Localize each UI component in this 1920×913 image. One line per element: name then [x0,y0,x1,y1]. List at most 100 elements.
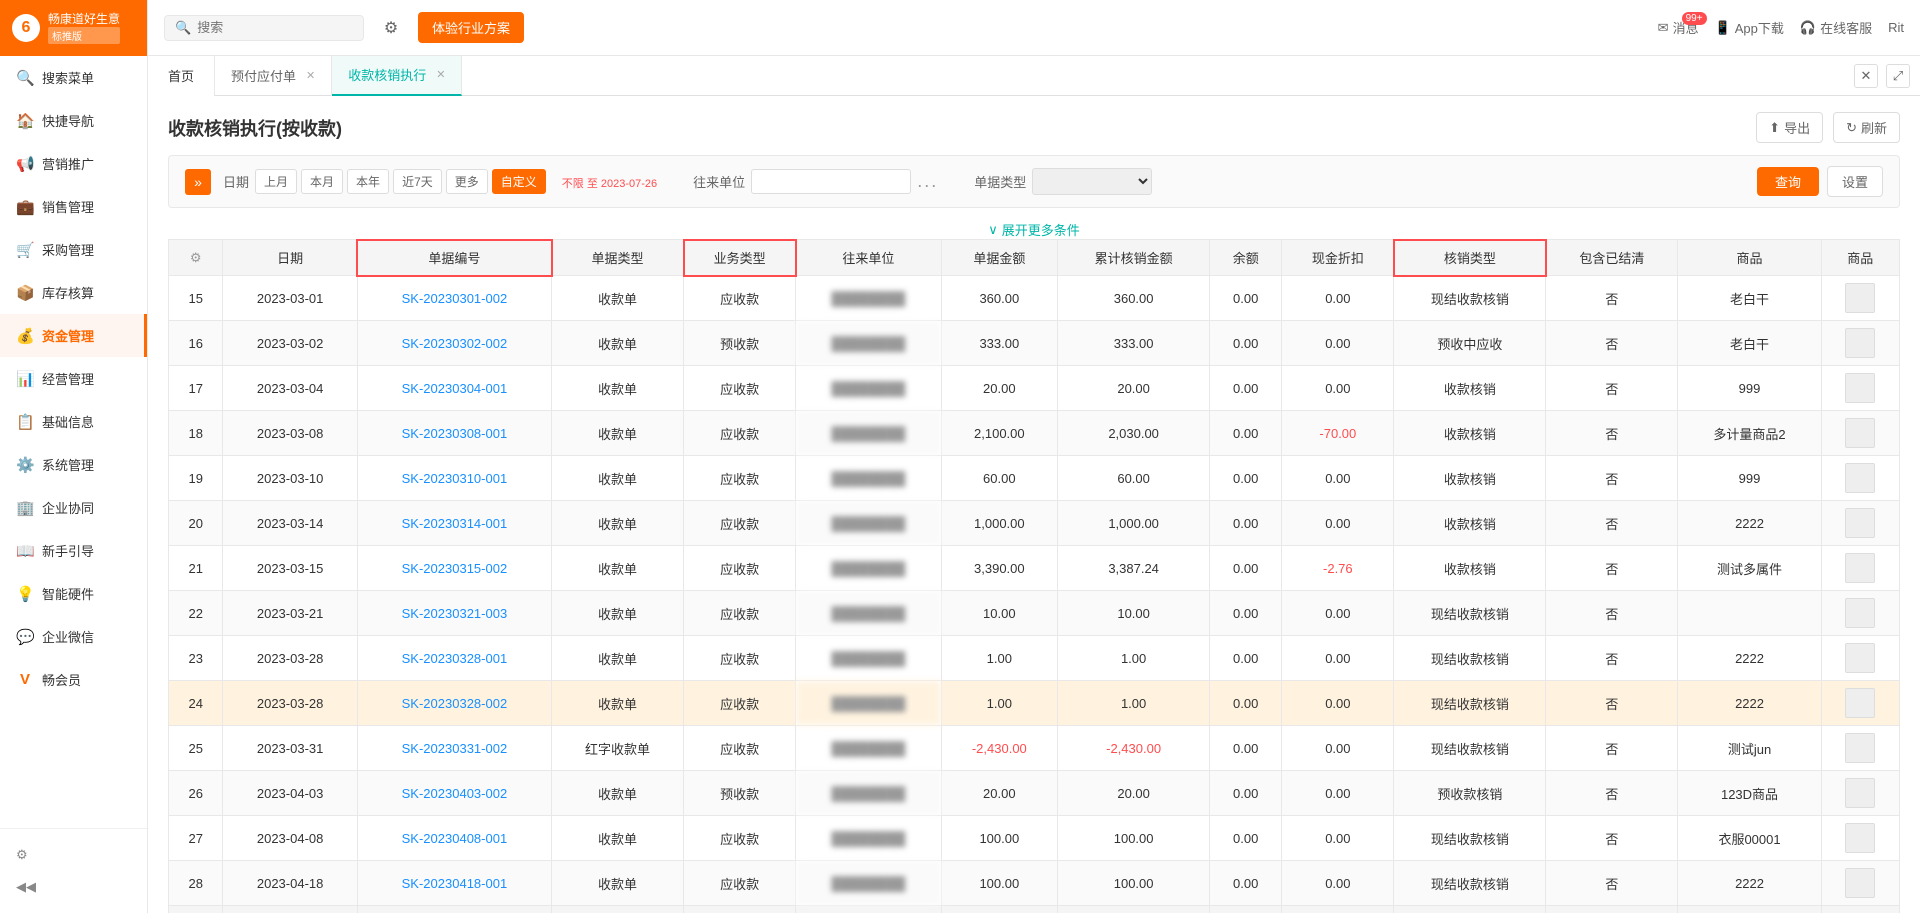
cell-bill-type: 收款单 [552,321,684,366]
expand-label: 展开更多条件 [1002,220,1080,239]
cell-counterpart: ████████ [796,276,941,321]
table-row: 172023-03-04SK-20230304-001收款单应收款███████… [169,366,1900,411]
sidebar-item-system[interactable]: ⚙️ 系统管理 [0,443,147,486]
sidebar-item-sales[interactable]: 💼 销售管理 [0,185,147,228]
cell-date: 2023-03-04 [223,366,357,411]
online-service-btn[interactable]: 🎧 在线客服 [1800,18,1872,37]
bill-type-select[interactable] [1032,168,1152,195]
sidebar-item-marketing[interactable]: 📢 营销推广 [0,142,147,185]
cell-bill-no[interactable]: SK-20230315-002 [357,546,551,591]
tab-expand-btn[interactable]: ⤢ [1886,64,1910,88]
purchase-icon: 🛒 [16,241,34,259]
export-button[interactable]: ⬆ 导出 [1756,112,1823,143]
date-this-year[interactable]: 本年 [347,169,389,194]
cell-bill-no[interactable]: SK-20230331-002 [357,726,551,771]
sidebar-item-label: 智能硬件 [42,584,94,603]
expand-conditions[interactable]: ∨ 展开更多条件 [168,220,1900,239]
sidebar-item-guide[interactable]: 📖 新手引导 [0,529,147,572]
cell-goods: 测试多属件 [1678,546,1821,591]
cell-verified: 3,387.24 [1058,546,1210,591]
solution-button[interactable]: 体验行业方案 [418,12,524,43]
cell-bill-no[interactable]: SK-20230314-001 [357,501,551,546]
cell-counterpart: ████████ [796,501,941,546]
cell-date: 2023-03-14 [223,501,357,546]
cell-bill-no[interactable]: SK-20230308-001 [357,411,551,456]
cell-bill-no[interactable]: SK-20230328-001 [357,636,551,681]
guide-icon: 📖 [16,542,34,560]
topbar-right: ✉ 消息 99+ 📱 App下载 🎧 在线客服 Rit [1658,18,1904,37]
sidebar-item-enterprise[interactable]: 🏢 企业协同 [0,486,147,529]
cell-verified: 100.00 [1058,816,1210,861]
sidebar-item-wechat[interactable]: 💬 企业微信 [0,615,147,658]
date-custom[interactable]: 自定义 [492,169,546,194]
cell-bill-no[interactable]: SK-20230301-002 [357,276,551,321]
sidebar-item-purchase[interactable]: 🛒 采购管理 [0,228,147,271]
sidebar-settings-btn[interactable]: ⚙ [0,839,147,871]
cell-bill-no[interactable]: SK-20230310-001 [357,456,551,501]
cell-amount: -2,430.00 [941,726,1058,771]
topbar-search-box[interactable]: 🔍 [164,15,364,41]
cell-bill-no[interactable]: SK-20230408-001 [357,816,551,861]
sidebar-item-search[interactable]: 🔍 搜索菜单 [0,56,147,99]
finance-icon: 💰 [16,327,34,345]
cell-discount: 0.00 [1282,861,1394,906]
settings-button[interactable]: 设置 [1827,166,1883,197]
cell-bill-no[interactable]: SK-20230302-002 [357,321,551,366]
sidebar-item-finance[interactable]: 💰 资金管理 [0,314,147,357]
bill-type-label: 单据类型 [974,172,1026,191]
query-button[interactable]: 查询 [1757,167,1819,196]
sidebar-item-basic[interactable]: 📋 基础信息 [0,400,147,443]
cell-bill-no[interactable]: SK-20230321-003 [357,591,551,636]
app-download-btn[interactable]: 📱 App下载 [1715,18,1784,37]
cell-bill-no[interactable]: SK-20230304-001 [357,366,551,411]
tab-payable[interactable]: 预付应付单 ✕ [215,56,332,96]
sidebar-item-stock[interactable]: 📦 库存核算 [0,271,147,314]
tab-home-label: 首页 [168,66,194,85]
page-header: 收款核销执行(按收款) ⬆ 导出 ↻ 刷新 [168,112,1900,143]
tab-payable-close[interactable]: ✕ [306,69,315,82]
topbar-gear-btn[interactable]: ⚙ [376,13,406,43]
tab-close-btn[interactable]: ✕ [1854,64,1878,88]
date-this-month[interactable]: 本月 [301,169,343,194]
sidebar-collapse-btn[interactable]: ◀◀ [0,871,147,903]
cell-discount: -70.00 [1282,411,1394,456]
cell-discount: 0.00 [1282,771,1394,816]
cell-amount: 100.00 [941,861,1058,906]
phone-icon: 📱 [1715,20,1731,36]
cell-include-settled: 否 [1546,816,1678,861]
cell-cancel-type: 收款核销 [1394,366,1546,411]
cell-bill-no[interactable]: SK-20230403-002 [357,771,551,816]
col-gear[interactable]: ⚙ [169,240,223,276]
tab-collection[interactable]: 收款核销执行 ✕ [332,56,462,96]
cell-include-settled: 否 [1546,321,1678,366]
tab-collection-close[interactable]: ✕ [436,68,445,81]
sidebar-item-operation[interactable]: 📊 经营管理 [0,357,147,400]
search-input[interactable] [197,20,317,35]
filter-toggle-btn[interactable]: » [185,169,211,195]
table-row: 222023-03-21SK-20230321-003收款单应收款███████… [169,591,1900,636]
cell-bill-type: 收款单 [552,411,684,456]
tab-home[interactable]: 首页 [148,56,215,96]
sidebar-item-hardware[interactable]: 💡 智能硬件 [0,572,147,615]
cell-bill-no[interactable]: SK-20230418-001 [357,861,551,906]
cell-biz-type: 应收款 [684,591,796,636]
sidebar-item-member[interactable]: V 畅会员 [0,658,147,701]
sidebar-item-shortcut[interactable]: 🏠 快捷导航 [0,99,147,142]
cell-bill-no[interactable]: SK-20230328-002 [357,681,551,726]
sidebar-item-label: 库存核算 [42,283,94,302]
user-info-btn[interactable]: Rit [1888,20,1904,35]
date-7days[interactable]: 近7天 [393,169,442,194]
message-btn[interactable]: ✉ 消息 99+ [1658,18,1699,37]
date-last-month[interactable]: 上月 [255,169,297,194]
cell-verified: 360.00 [1058,276,1210,321]
cell-counterpart: ████████ [796,816,941,861]
refresh-button[interactable]: ↻ 刷新 [1833,112,1900,143]
date-more[interactable]: 更多 [446,169,488,194]
cell-goods [1678,591,1821,636]
counterpart-input[interactable] [751,169,911,194]
cell-balance: 0.00 [1210,456,1282,501]
date-range-value: 不限 至 2023-07-26 [562,175,657,191]
filter-dots: ... [917,171,938,192]
page-header-btns: ⬆ 导出 ↻ 刷新 [1756,112,1900,143]
cell-discount: 0.00 [1282,276,1394,321]
